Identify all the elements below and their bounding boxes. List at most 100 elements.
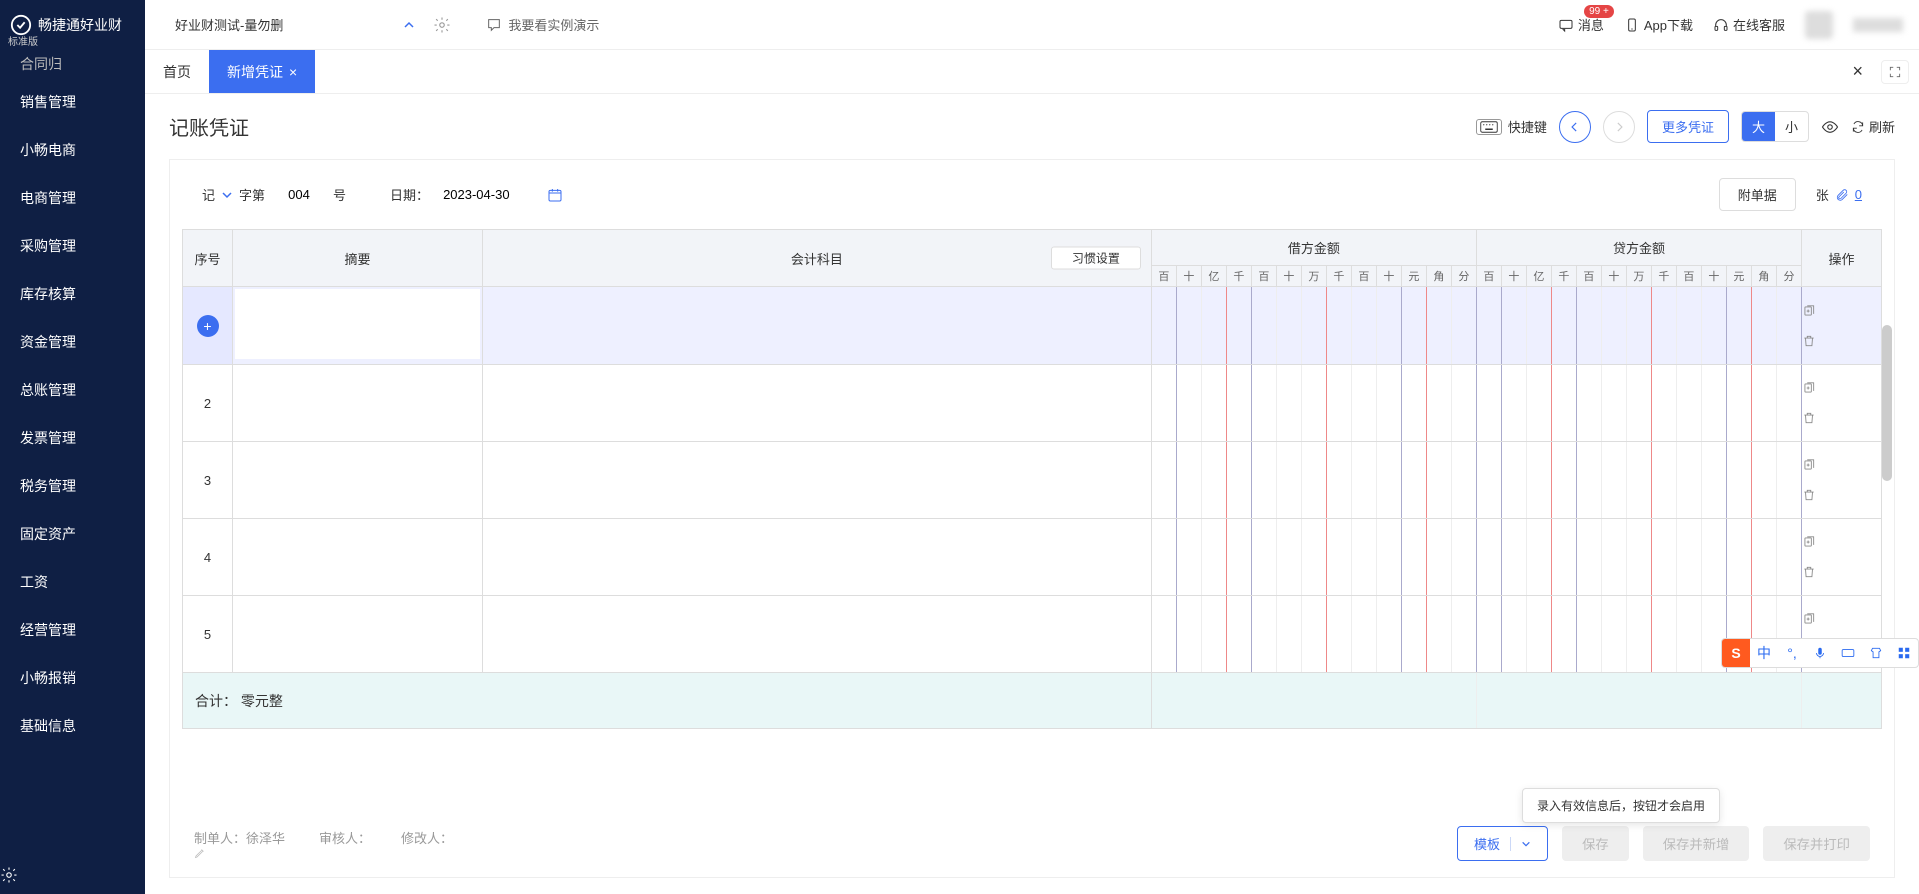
digit-cell[interactable] (1526, 596, 1551, 673)
digit-cell[interactable] (1326, 365, 1351, 442)
account-cell[interactable] (483, 287, 1152, 365)
sidebar-item-13[interactable]: 小畅报销 (0, 654, 145, 702)
digit-cell[interactable] (1151, 596, 1176, 673)
digit-cell[interactable] (1601, 442, 1626, 519)
sidebar-item-5[interactable]: 库存核算 (0, 270, 145, 318)
digit-cell[interactable] (1451, 519, 1476, 596)
user-avatar[interactable] (1805, 11, 1833, 39)
digit-cell[interactable] (1776, 442, 1801, 519)
digit-cell[interactable] (1751, 365, 1776, 442)
digit-cell[interactable] (1426, 596, 1451, 673)
sidebar-item-6[interactable]: 资金管理 (0, 318, 145, 366)
digit-cell[interactable] (1276, 442, 1301, 519)
voucher-number-input[interactable] (279, 187, 319, 203)
add-row-button[interactable]: + (197, 315, 219, 337)
digit-cell[interactable] (1751, 519, 1776, 596)
delete-row-icon[interactable] (1802, 565, 1881, 579)
digit-cell[interactable] (1751, 287, 1776, 365)
digit-cell[interactable] (1376, 442, 1401, 519)
digit-cell[interactable] (1551, 287, 1576, 365)
delete-row-icon[interactable] (1802, 488, 1881, 502)
sidebar-settings-icon[interactable] (0, 866, 145, 884)
digit-cell[interactable] (1701, 442, 1726, 519)
digit-cell[interactable] (1751, 442, 1776, 519)
account-cell[interactable] (483, 442, 1152, 519)
digit-cell[interactable] (1501, 365, 1526, 442)
sidebar-item-10[interactable]: 固定资产 (0, 510, 145, 558)
digit-cell[interactable] (1726, 519, 1751, 596)
voucher-type-select[interactable]: 记 字第 (202, 185, 265, 204)
ime-punct-icon[interactable]: °, (1778, 639, 1806, 667)
digit-cell[interactable] (1351, 287, 1376, 365)
digit-cell[interactable] (1351, 596, 1376, 673)
digit-cell[interactable] (1351, 365, 1376, 442)
app-download-button[interactable]: App下载 (1624, 15, 1693, 34)
demo-link[interactable]: 我要看实例演示 (486, 15, 599, 34)
digit-cell[interactable] (1776, 365, 1801, 442)
digit-cell[interactable] (1176, 442, 1201, 519)
habit-settings-button[interactable]: 习惯设置 (1051, 247, 1141, 270)
digit-cell[interactable] (1501, 442, 1526, 519)
delete-row-icon[interactable] (1802, 334, 1881, 348)
digit-cell[interactable] (1626, 596, 1651, 673)
copy-row-icon[interactable] (1802, 458, 1881, 472)
attachment-count[interactable]: 0 (1855, 187, 1862, 202)
digit-cell[interactable] (1401, 519, 1426, 596)
digit-cell[interactable] (1551, 365, 1576, 442)
online-service-button[interactable]: 在线客服 (1713, 15, 1785, 34)
vertical-scrollbar[interactable] (1880, 269, 1892, 569)
digit-cell[interactable] (1476, 442, 1501, 519)
digit-cell[interactable] (1701, 519, 1726, 596)
digit-cell[interactable] (1676, 365, 1701, 442)
paperclip-icon[interactable] (1835, 188, 1849, 202)
digit-cell[interactable] (1651, 596, 1676, 673)
org-selector[interactable]: 好业财测试-量勿删 (175, 15, 415, 34)
ime-lang-icon[interactable]: 中 (1750, 639, 1778, 667)
ime-toolbox-icon[interactable] (1890, 639, 1918, 667)
settings-gear-icon[interactable] (433, 16, 451, 34)
digit-cell[interactable] (1276, 287, 1301, 365)
digit-cell[interactable] (1576, 287, 1601, 365)
digit-cell[interactable] (1276, 365, 1301, 442)
digit-cell[interactable] (1426, 519, 1451, 596)
digit-cell[interactable] (1601, 519, 1626, 596)
copy-row-icon[interactable] (1802, 535, 1881, 549)
digit-cell[interactable] (1701, 365, 1726, 442)
digit-cell[interactable] (1776, 519, 1801, 596)
account-cell[interactable] (483, 596, 1152, 673)
digit-cell[interactable] (1201, 596, 1226, 673)
messages-button[interactable]: 消息 99 + (1558, 15, 1604, 34)
more-vouchers-button[interactable]: 更多凭证 (1647, 110, 1729, 143)
digit-cell[interactable] (1251, 519, 1276, 596)
copy-row-icon[interactable] (1802, 304, 1881, 318)
digit-cell[interactable] (1676, 287, 1701, 365)
digit-cell[interactable] (1401, 596, 1426, 673)
summary-cell[interactable] (233, 287, 483, 365)
digit-cell[interactable] (1226, 596, 1251, 673)
digit-cell[interactable] (1526, 365, 1551, 442)
digit-cell[interactable] (1501, 596, 1526, 673)
attach-doc-button[interactable]: 附单据 (1719, 178, 1796, 211)
sidebar-item-3[interactable]: 电商管理 (0, 174, 145, 222)
digit-cell[interactable] (1176, 365, 1201, 442)
digit-cell[interactable] (1401, 287, 1426, 365)
digit-cell[interactable] (1601, 287, 1626, 365)
size-big-option[interactable]: 大 (1742, 112, 1775, 141)
refresh-button[interactable]: 刷新 (1851, 117, 1895, 136)
summary-cell[interactable] (233, 442, 483, 519)
digit-cell[interactable] (1726, 287, 1751, 365)
digit-cell[interactable] (1526, 519, 1551, 596)
digit-cell[interactable] (1201, 442, 1226, 519)
digit-cell[interactable] (1651, 442, 1676, 519)
copy-row-icon[interactable] (1802, 612, 1881, 626)
tab-close-icon[interactable]: × (289, 64, 297, 80)
template-button[interactable]: 模板 (1457, 826, 1548, 861)
digit-cell[interactable] (1326, 519, 1351, 596)
digit-cell[interactable] (1526, 287, 1551, 365)
digit-cell[interactable] (1576, 519, 1601, 596)
digit-cell[interactable] (1776, 287, 1801, 365)
tab-home[interactable]: 首页 (145, 50, 209, 93)
digit-cell[interactable] (1176, 287, 1201, 365)
digit-cell[interactable] (1576, 365, 1601, 442)
tab-new-voucher[interactable]: 新增凭证 × (209, 50, 315, 93)
